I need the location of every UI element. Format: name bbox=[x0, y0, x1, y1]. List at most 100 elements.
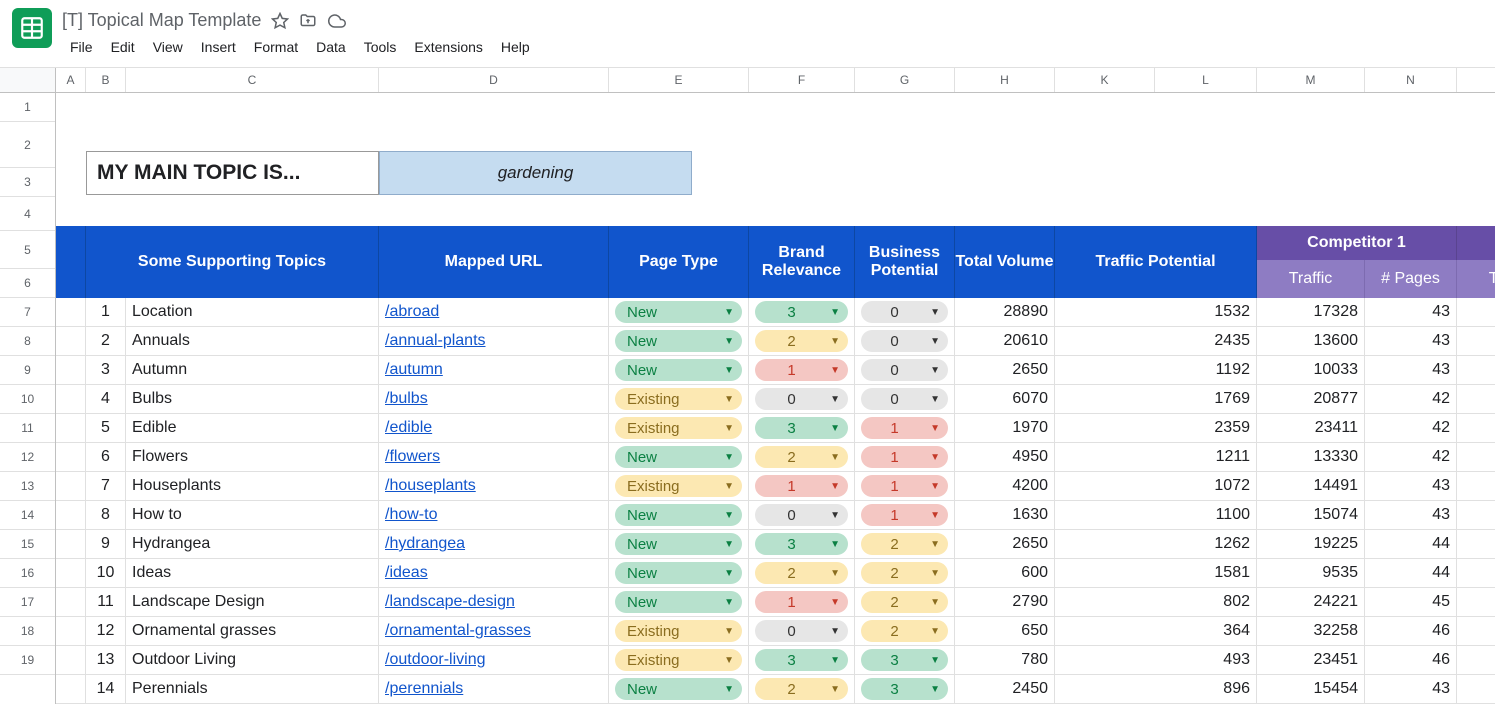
topic-cell[interactable]: Hydrangea bbox=[126, 530, 379, 558]
brand-relevance-cell[interactable]: 1▼ bbox=[749, 588, 855, 616]
url-cell[interactable]: /ideas bbox=[379, 559, 609, 587]
menu-tools[interactable]: Tools bbox=[356, 35, 405, 59]
row-header-8[interactable]: 8 bbox=[0, 327, 55, 356]
business-potential-cell[interactable]: 1▼ bbox=[855, 501, 955, 529]
total-volume-cell[interactable]: 28890 bbox=[955, 298, 1055, 326]
business-potential-cell[interactable]: 1▼ bbox=[855, 414, 955, 442]
traffic-potential-cell[interactable]: 1262 bbox=[1055, 530, 1257, 558]
pagetype-cell[interactable]: New▼ bbox=[609, 501, 749, 529]
url-cell[interactable]: /autumn bbox=[379, 356, 609, 384]
document-title[interactable]: [T] Topical Map Template bbox=[62, 10, 261, 31]
move-folder-icon[interactable] bbox=[299, 12, 317, 30]
brand-relevance-cell[interactable]: 2▼ bbox=[749, 443, 855, 471]
url-cell[interactable]: /hydrangea bbox=[379, 530, 609, 558]
topic-cell[interactable]: Houseplants bbox=[126, 472, 379, 500]
url-cell[interactable]: /ornamental-grasses bbox=[379, 617, 609, 645]
c2-traffic-cell[interactable]: 23814 bbox=[1457, 385, 1495, 413]
business-potential-cell[interactable]: 0▼ bbox=[855, 356, 955, 384]
pagetype-cell[interactable]: New▼ bbox=[609, 443, 749, 471]
total-volume-cell[interactable]: 1970 bbox=[955, 414, 1055, 442]
brand-relevance-cell[interactable]: 0▼ bbox=[749, 617, 855, 645]
traffic-potential-cell[interactable]: 2435 bbox=[1055, 327, 1257, 355]
url-cell[interactable]: /annual-plants bbox=[379, 327, 609, 355]
col-header-H[interactable]: H bbox=[955, 68, 1055, 92]
row-header-5[interactable]: 5 bbox=[0, 231, 55, 269]
c2-traffic-cell[interactable]: 22148 bbox=[1457, 472, 1495, 500]
row-header-13[interactable]: 13 bbox=[0, 472, 55, 501]
c2-traffic-cell[interactable]: 24586 bbox=[1457, 327, 1495, 355]
c1-traffic-cell[interactable]: 19225 bbox=[1257, 530, 1365, 558]
brand-relevance-cell[interactable]: 3▼ bbox=[749, 530, 855, 558]
row-header-4[interactable]: 4 bbox=[0, 197, 55, 231]
total-volume-cell[interactable]: 4950 bbox=[955, 443, 1055, 471]
url-cell[interactable]: /bulbs bbox=[379, 385, 609, 413]
c1-traffic-cell[interactable]: 23411 bbox=[1257, 414, 1365, 442]
url-cell[interactable]: /landscape-design bbox=[379, 588, 609, 616]
brand-relevance-cell[interactable]: 3▼ bbox=[749, 414, 855, 442]
traffic-potential-cell[interactable]: 1211 bbox=[1055, 443, 1257, 471]
c1-traffic-cell[interactable]: 17328 bbox=[1257, 298, 1365, 326]
col-header-C[interactable]: C bbox=[126, 68, 379, 92]
col-header-E[interactable]: E bbox=[609, 68, 749, 92]
menu-help[interactable]: Help bbox=[493, 35, 538, 59]
pagetype-cell[interactable]: Existing▼ bbox=[609, 472, 749, 500]
row-header-2[interactable]: 2 bbox=[0, 122, 55, 168]
total-volume-cell[interactable]: 6070 bbox=[955, 385, 1055, 413]
row-header-19[interactable]: 19 bbox=[0, 646, 55, 675]
menu-file[interactable]: File bbox=[62, 35, 101, 59]
row-header-12[interactable]: 12 bbox=[0, 443, 55, 472]
topic-cell[interactable]: Location bbox=[126, 298, 379, 326]
main-topic-value[interactable]: gardening bbox=[379, 151, 692, 195]
row-header-14[interactable]: 14 bbox=[0, 501, 55, 530]
pagetype-cell[interactable]: Existing▼ bbox=[609, 617, 749, 645]
topic-cell[interactable]: Edible bbox=[126, 414, 379, 442]
c2-traffic-cell[interactable]: 20735 bbox=[1457, 588, 1495, 616]
pagetype-cell[interactable]: New▼ bbox=[609, 675, 749, 703]
traffic-potential-cell[interactable]: 364 bbox=[1055, 617, 1257, 645]
brand-relevance-cell[interactable]: 1▼ bbox=[749, 472, 855, 500]
col-header-O[interactable]: O bbox=[1457, 68, 1495, 92]
c1-traffic-cell[interactable]: 13330 bbox=[1257, 443, 1365, 471]
business-potential-cell[interactable]: 2▼ bbox=[855, 530, 955, 558]
pagetype-cell[interactable]: New▼ bbox=[609, 530, 749, 558]
col-header-N[interactable]: N bbox=[1365, 68, 1457, 92]
c1-traffic-cell[interactable]: 20877 bbox=[1257, 385, 1365, 413]
total-volume-cell[interactable]: 600 bbox=[955, 559, 1055, 587]
c2-traffic-cell[interactable]: 24289 bbox=[1457, 356, 1495, 384]
business-potential-cell[interactable]: 1▼ bbox=[855, 472, 955, 500]
col-header-A[interactable]: A bbox=[56, 68, 86, 92]
row-header-9[interactable]: 9 bbox=[0, 356, 55, 385]
topic-cell[interactable]: Ornamental grasses bbox=[126, 617, 379, 645]
menu-edit[interactable]: Edit bbox=[103, 35, 143, 59]
c1-traffic-cell[interactable]: 10033 bbox=[1257, 356, 1365, 384]
traffic-potential-cell[interactable]: 1532 bbox=[1055, 298, 1257, 326]
c2-traffic-cell[interactable]: 20211 bbox=[1457, 646, 1495, 674]
business-potential-cell[interactable]: 0▼ bbox=[855, 385, 955, 413]
total-volume-cell[interactable]: 20610 bbox=[955, 327, 1055, 355]
spreadsheet-grid[interactable]: MY MAIN TOPIC IS... gardening Some Suppo… bbox=[56, 93, 1495, 704]
row-header-11[interactable]: 11 bbox=[0, 414, 55, 443]
url-cell[interactable]: /outdoor-living bbox=[379, 646, 609, 674]
c1-pages-cell[interactable]: 43 bbox=[1365, 327, 1457, 355]
total-volume-cell[interactable]: 2650 bbox=[955, 530, 1055, 558]
pagetype-cell[interactable]: New▼ bbox=[609, 356, 749, 384]
select-all-corner[interactable] bbox=[0, 68, 56, 92]
c1-pages-cell[interactable]: 45 bbox=[1365, 588, 1457, 616]
sheets-logo[interactable] bbox=[12, 8, 52, 48]
traffic-potential-cell[interactable]: 802 bbox=[1055, 588, 1257, 616]
col-header-B[interactable]: B bbox=[86, 68, 126, 92]
row-header-10[interactable]: 10 bbox=[0, 385, 55, 414]
cloud-status-icon[interactable] bbox=[327, 12, 347, 30]
c1-pages-cell[interactable]: 43 bbox=[1365, 356, 1457, 384]
brand-relevance-cell[interactable]: 1▼ bbox=[749, 356, 855, 384]
row-header-7[interactable]: 7 bbox=[0, 298, 55, 327]
c1-traffic-cell[interactable]: 15074 bbox=[1257, 501, 1365, 529]
menu-extensions[interactable]: Extensions bbox=[406, 35, 490, 59]
traffic-potential-cell[interactable]: 1072 bbox=[1055, 472, 1257, 500]
topic-cell[interactable]: How to bbox=[126, 501, 379, 529]
traffic-potential-cell[interactable]: 1100 bbox=[1055, 501, 1257, 529]
star-icon[interactable] bbox=[271, 12, 289, 30]
business-potential-cell[interactable]: 0▼ bbox=[855, 298, 955, 326]
topic-cell[interactable]: Autumn bbox=[126, 356, 379, 384]
brand-relevance-cell[interactable]: 0▼ bbox=[749, 385, 855, 413]
